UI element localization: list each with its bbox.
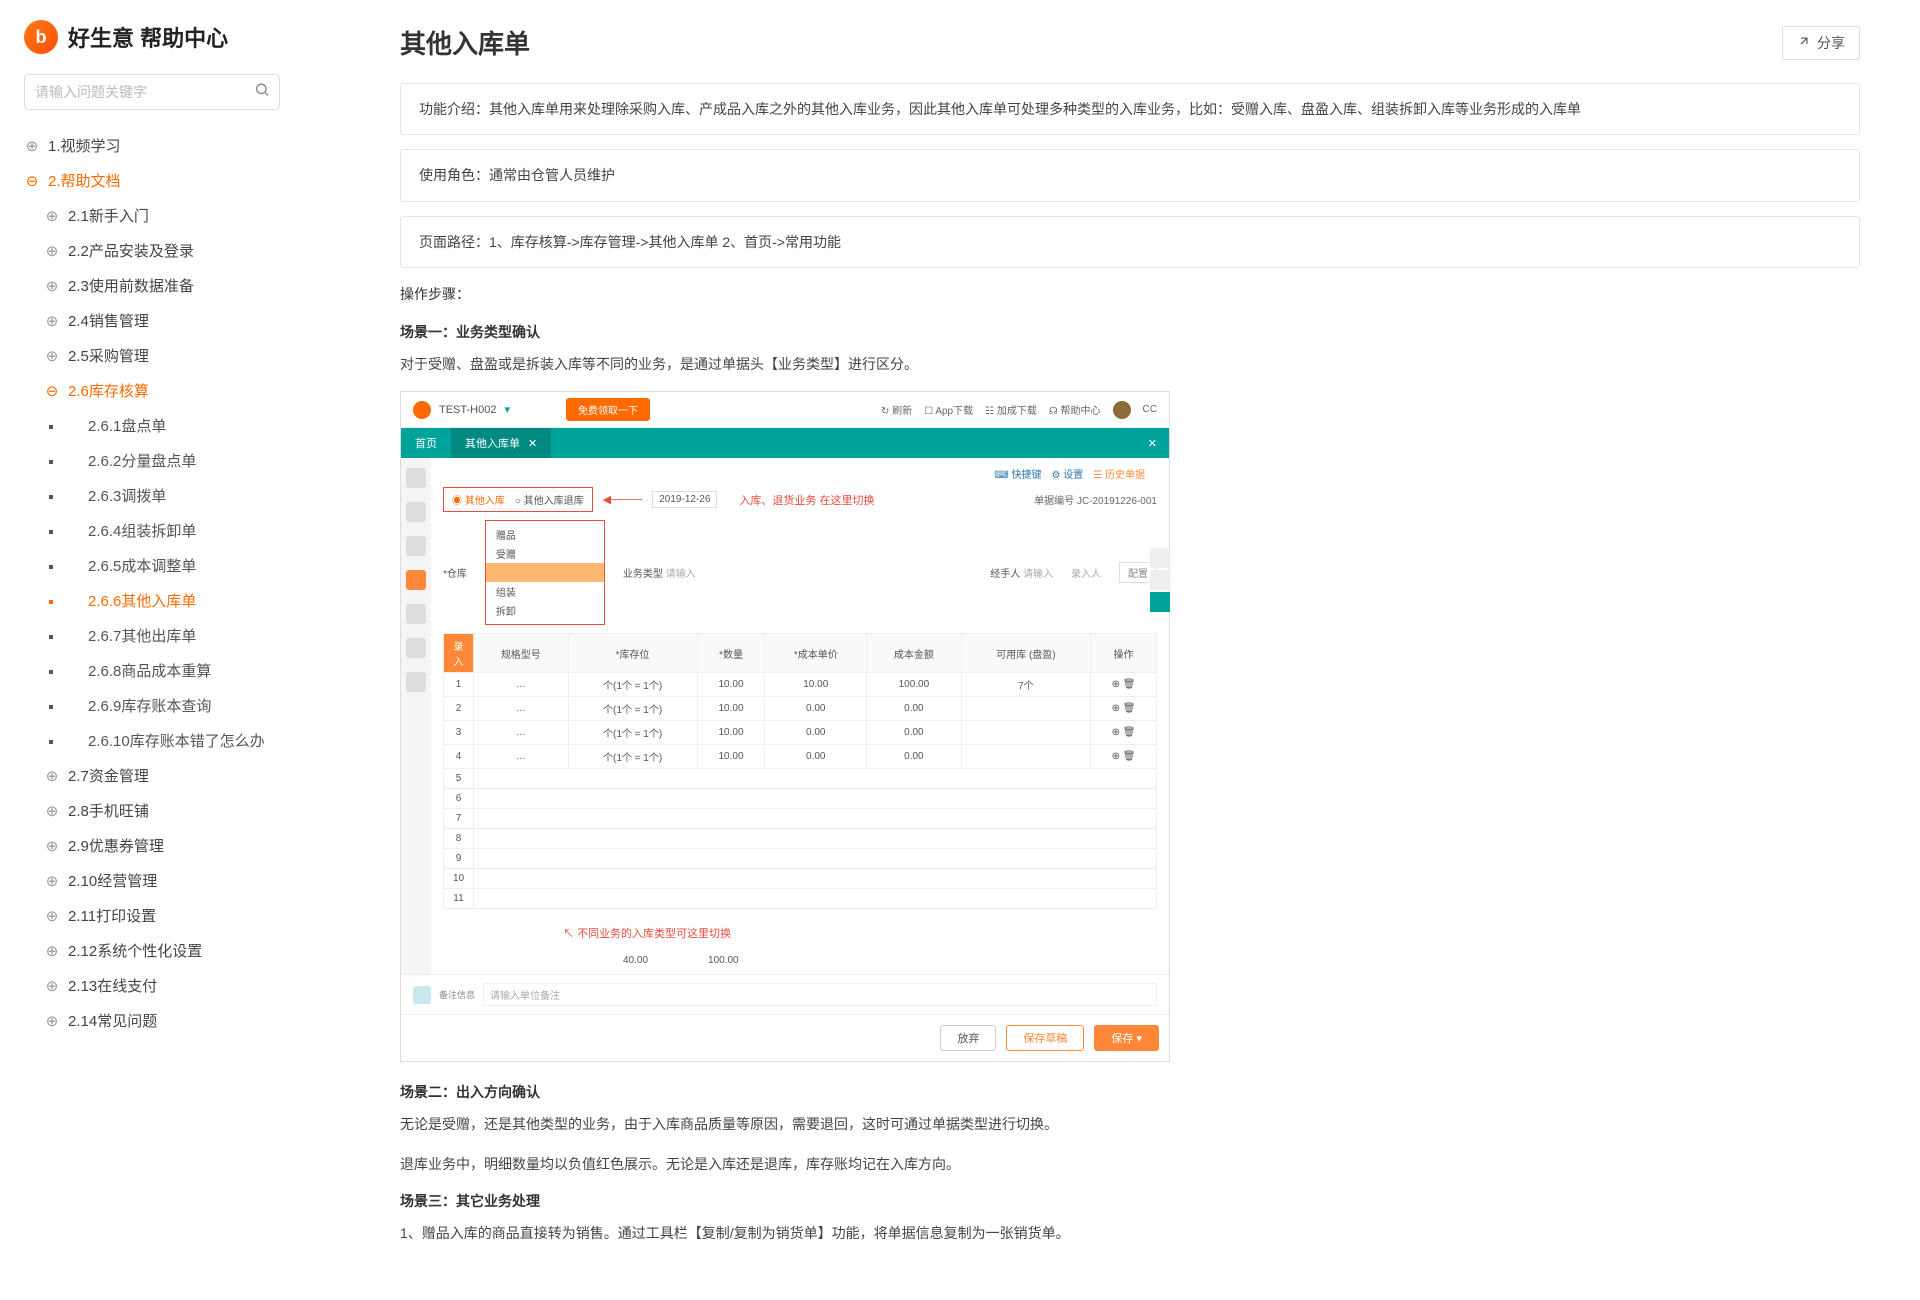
ss-draft-button: 保存草稿 <box>1006 1025 1084 1051</box>
ss-doctype-box: ◉ 其他入库 ○ 其他入库退库 <box>443 487 593 512</box>
ss-link-set: ⚙ 设置 <box>1052 466 1084 481</box>
search-icon[interactable] <box>254 82 270 103</box>
plus-icon: ⊕ <box>44 768 60 784</box>
nav-leaf-264[interactable]: 2.6.4组装拆卸单 <box>64 513 280 548</box>
ss-link-kj: ⌨ 快捷键 <box>994 466 1041 481</box>
nav-leaf-262[interactable]: 2.6.2分量盘点单 <box>64 443 280 478</box>
ss-annotation2: ↖ 不同业务的入库类型可这里切换 <box>563 925 1157 941</box>
nav-list: ⊕1.视频学习 ⊖2.帮助文档 ⊕2.1新手入门 ⊕2.2产品安装及登录 ⊕2.… <box>24 128 280 1038</box>
nav-item-22[interactable]: ⊕2.2产品安装及登录 <box>44 233 280 268</box>
ss-radio-in: ◉ 其他入库 <box>452 492 505 507</box>
nav-section-video[interactable]: ⊕1.视频学习 <box>24 128 280 163</box>
ss-doc-no: 单据编号 JC-20191226-001 <box>1034 492 1157 507</box>
ss-menubar: 首页 其他入库单✕ ✕ <box>401 428 1169 458</box>
nav-item-24[interactable]: ⊕2.4销售管理 <box>44 303 280 338</box>
nav-item-29[interactable]: ⊕2.9优惠券管理 <box>44 828 280 863</box>
ss-app-dl: ☐ App下载 <box>924 402 973 417</box>
info-role: 使用角色：通常由仓管人员维护 <box>400 149 1860 201</box>
ss-refresh: ↻ 刷新 <box>881 402 912 417</box>
logo-badge-icon: b <box>24 20 58 54</box>
nav-item-210[interactable]: ⊕2.10经营管理 <box>44 863 280 898</box>
plus-icon: ⊕ <box>44 803 60 819</box>
nav-leaf-261[interactable]: 2.6.1盘点单 <box>64 408 280 443</box>
plus-icon: ⊕ <box>44 1013 60 1029</box>
nav-item-213[interactable]: ⊕2.13在线支付 <box>44 968 280 1003</box>
ss-cang-label: *仓库 <box>443 565 467 580</box>
ss-table: 录入规格型号*库存位*数量*成本单价成本金额可用库 (盘盈)操作 1…个(1个 … <box>443 633 1157 909</box>
ss-biztype-dropdown: 赠品 受赠 组装 拆卸 <box>485 520 605 625</box>
plus-icon: ⊕ <box>44 208 60 224</box>
plus-icon: ⊕ <box>44 838 60 854</box>
close-icon: ✕ <box>1136 437 1169 450</box>
ss-test-label: TEST-H002 <box>439 404 496 416</box>
ss-username: CC <box>1143 404 1157 415</box>
ss-logo-icon <box>413 401 431 419</box>
steps-label: 操作步骤： <box>400 284 1860 304</box>
nav-leaf-265[interactable]: 2.6.5成本调整单 <box>64 548 280 583</box>
plus-icon: ⊕ <box>44 908 60 924</box>
ss-avatar-icon <box>1113 401 1131 419</box>
ss-cancel-button: 放弃 <box>940 1025 996 1051</box>
ss-annotation1: 入库、退货业务 在这里切换 <box>739 492 874 508</box>
page-title: 其他入库单 <box>400 24 530 61</box>
search-input[interactable] <box>24 74 280 110</box>
ss-link-hist: ☰ 历史单据 <box>1093 466 1145 481</box>
share-button[interactable]: 分享 <box>1782 26 1860 60</box>
info-function: 功能介绍：其他入库单用来处理除采购入库、产成品入库之外的其他入库业务，因此其他入… <box>400 83 1860 135</box>
nav-item-27[interactable]: ⊕2.7资金管理 <box>44 758 280 793</box>
plus-icon: ⊕ <box>44 873 60 889</box>
ss-save-button: 保存 ▾ <box>1094 1025 1159 1051</box>
plus-icon: ⊕ <box>44 348 60 364</box>
nav-item-212[interactable]: ⊕2.12系统个性化设置 <box>44 933 280 968</box>
ss-join-dl: ☷ 加成下载 <box>985 402 1037 417</box>
scene3-title: 场景三：其它业务处理 <box>400 1191 1860 1211</box>
plus-icon: ⊕ <box>24 138 40 154</box>
nav-leaf-268[interactable]: 2.6.8商品成本重算 <box>64 653 280 688</box>
nav-leaf-267[interactable]: 2.6.7其他出库单 <box>64 618 280 653</box>
plus-icon: ⊕ <box>44 278 60 294</box>
nav-leaf-266[interactable]: 2.6.6其他入库单 <box>64 583 280 618</box>
sidebar: b 好生意 帮助中心 ⊕1.视频学习 ⊖2.帮助文档 ⊕2.1新手入门 ⊕2.2… <box>0 0 300 1300</box>
nav-leaf-269[interactable]: 2.6.9库存账本查询 <box>64 688 280 723</box>
ss-free-button: 免费领取一下 <box>566 398 650 421</box>
nav-item-28[interactable]: ⊕2.8手机旺铺 <box>44 793 280 828</box>
nav-item-211[interactable]: ⊕2.11打印设置 <box>44 898 280 933</box>
close-icon: ✕ <box>528 437 537 450</box>
ss-date: 2019-12-26 <box>652 491 717 508</box>
main-content: 其他入库单 分享 功能介绍：其他入库单用来处理除采购入库、产成品入库之外的其他入… <box>300 0 1900 1300</box>
minus-icon: ⊖ <box>44 383 60 399</box>
app-logo: b 好生意 帮助中心 <box>24 20 280 54</box>
search-wrap <box>24 74 280 110</box>
ss-help: ☊ 帮助中心 <box>1049 402 1101 417</box>
nav-item-214[interactable]: ⊕2.14常见问题 <box>44 1003 280 1038</box>
nav-item-21[interactable]: ⊕2.1新手入门 <box>44 198 280 233</box>
share-icon <box>1797 34 1811 51</box>
scene1-title: 场景一：业务类型确认 <box>400 322 1860 342</box>
scene1-desc: 对于受赠、盘盈或是拆装入库等不同的业务，是通过单据头【业务类型】进行区分。 <box>400 352 1860 377</box>
info-path: 页面路径：1、库存核算->库存管理->其他入库单 2、首页->常用功能 <box>400 216 1860 268</box>
minus-icon: ⊖ <box>24 173 40 189</box>
ss-ribbon <box>1150 548 1170 614</box>
plus-icon: ⊕ <box>44 978 60 994</box>
scene2-title: 场景二：出入方向确认 <box>400 1082 1860 1102</box>
embedded-screenshot: TEST-H002 ▾ 免费领取一下 ↻ 刷新 ☐ App下载 ☷ 加成下载 ☊… <box>400 391 1170 1062</box>
plus-icon: ⊕ <box>44 243 60 259</box>
nav-section-docs[interactable]: ⊖2.帮助文档 <box>24 163 280 198</box>
ss-memo-icon <box>413 986 431 1004</box>
nav-item-23[interactable]: ⊕2.3使用前数据准备 <box>44 268 280 303</box>
ss-sidenav <box>401 458 431 974</box>
nav-leaf-2610[interactable]: 2.6.10库存账本错了怎么办 <box>64 723 280 758</box>
nav-item-25[interactable]: ⊕2.5采购管理 <box>44 338 280 373</box>
nav-leaf-263[interactable]: 2.6.3调拨单 <box>64 478 280 513</box>
scene2-p2: 退库业务中，明细数量均以负值红色展示。无论是入库还是退库，库存账均记在入库方向。 <box>400 1152 1860 1177</box>
app-title: 好生意 帮助中心 <box>68 21 228 53</box>
plus-icon: ⊕ <box>44 313 60 329</box>
scene3-p1: 1、赠品入库的商品直接转为销售。通过工具栏【复制/复制为销货单】功能，将单据信息… <box>400 1221 1860 1246</box>
nav-item-26[interactable]: ⊖2.6库存核算 <box>44 373 280 408</box>
scene2-p1: 无论是受赠，还是其他类型的业务，由于入库商品质量等原因，需要退回，这时可通过单据… <box>400 1112 1860 1137</box>
ss-radio-return: ○ 其他入库退库 <box>515 492 584 507</box>
ss-memo-input: 请输入单位备注 <box>483 983 1157 1006</box>
plus-icon: ⊕ <box>44 943 60 959</box>
